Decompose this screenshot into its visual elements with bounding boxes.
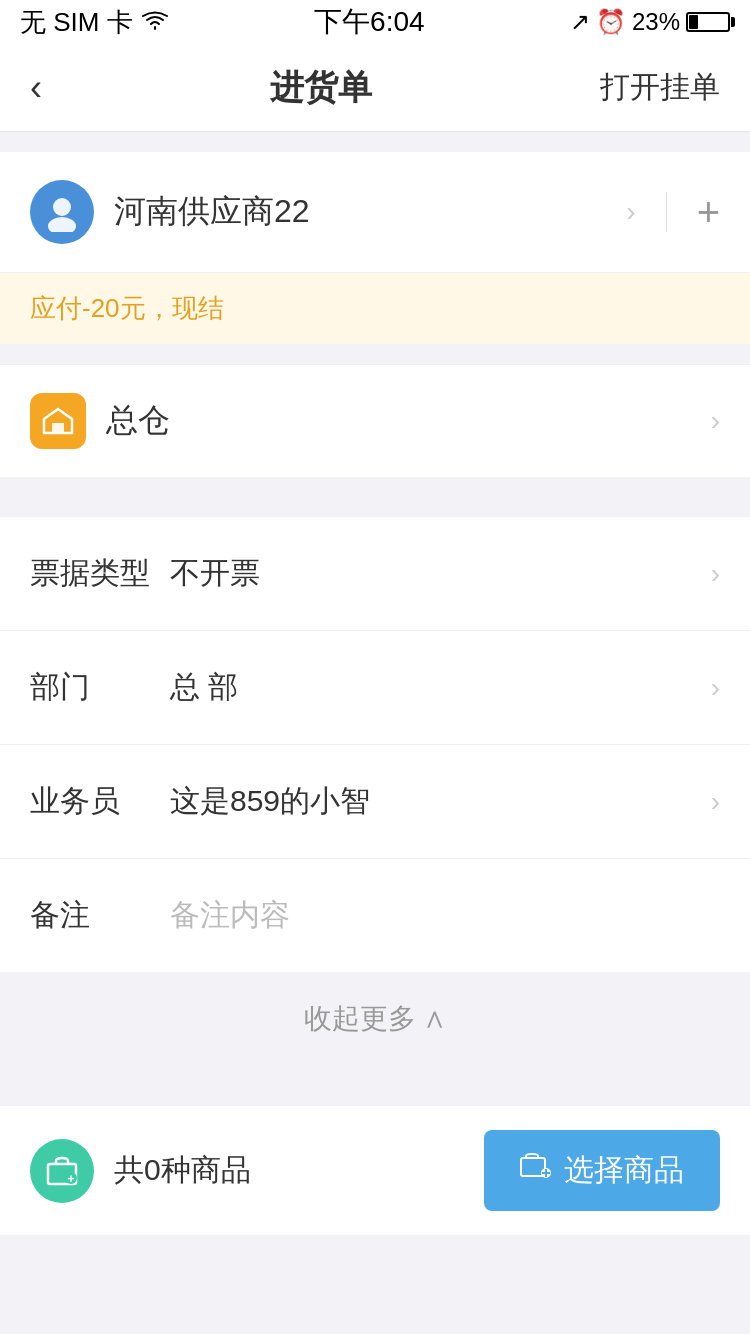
warehouse-name: 总仓 — [106, 399, 711, 443]
status-right: ↗ ⏰ 23% — [570, 8, 730, 36]
invoice-chevron-icon: › — [711, 558, 720, 590]
section-gap-2 — [0, 344, 750, 364]
section-gap-1 — [0, 132, 750, 152]
dept-row[interactable]: 部门 总 部 › — [0, 631, 750, 745]
svg-text:+: + — [67, 1171, 74, 1185]
dept-label: 部门 — [30, 667, 170, 708]
location-icon: ↗ — [570, 8, 590, 36]
supplier-name: 河南供应商22 — [114, 190, 626, 234]
select-product-label: 选择商品 — [564, 1150, 684, 1191]
notice-text: 应付-20元，现结 — [30, 293, 224, 323]
warehouse-section: 总仓 › — [0, 364, 750, 477]
section-gap-3 — [0, 477, 750, 497]
supplier-section: 河南供应商22 › + 应付-20元，现结 — [0, 152, 750, 344]
form-section: 票据类型 不开票 › 部门 总 部 › 业务员 这是859的小智 › 备注 备注… — [0, 517, 750, 972]
open-pending-button[interactable]: 打开挂单 — [600, 67, 720, 108]
svg-rect-2 — [52, 423, 64, 433]
invoice-label: 票据类型 — [30, 553, 170, 594]
invoice-row[interactable]: 票据类型 不开票 › — [0, 517, 750, 631]
supplier-chevron-icon: › — [626, 196, 635, 228]
battery-icon — [686, 12, 730, 32]
sales-chevron-icon: › — [711, 786, 720, 818]
section-gap-4 — [0, 1066, 750, 1086]
warehouse-icon — [30, 393, 86, 449]
page-content: 河南供应商22 › + 应付-20元，现结 总仓 › 票据类型 不开票 — [0, 132, 750, 1334]
product-icon: + — [30, 1139, 94, 1203]
back-button[interactable]: ‹ — [30, 67, 42, 109]
page-title: 进货单 — [270, 65, 372, 111]
carrier-text: 无 SIM 卡 — [20, 5, 133, 40]
status-left: 无 SIM 卡 — [20, 5, 169, 40]
remark-label: 备注 — [30, 895, 170, 936]
dept-value: 总 部 — [170, 667, 711, 708]
add-button[interactable]: + — [697, 190, 720, 235]
warehouse-chevron-icon: › — [711, 405, 720, 437]
svg-point-1 — [48, 217, 76, 232]
sales-label: 业务员 — [30, 781, 170, 822]
remark-placeholder[interactable]: 备注内容 — [170, 895, 720, 936]
product-section: + 共0种商品 选择商品 — [0, 1106, 750, 1235]
product-count: 共0种商品 — [114, 1150, 484, 1191]
alarm-icon: ⏰ — [596, 8, 626, 36]
status-time: 下午6:04 — [314, 3, 425, 41]
select-product-icon — [520, 1153, 552, 1188]
supplier-row[interactable]: 河南供应商22 › + — [0, 152, 750, 273]
battery-percent: 23% — [632, 8, 680, 36]
status-bar: 无 SIM 卡 下午6:04 ↗ ⏰ 23% — [0, 0, 750, 44]
warehouse-row[interactable]: 总仓 › — [0, 364, 750, 477]
collapse-label: 收起更多 ∧ — [304, 1003, 447, 1034]
sales-row[interactable]: 业务员 这是859的小智 › — [0, 745, 750, 859]
sales-value: 这是859的小智 — [170, 781, 711, 822]
supplier-avatar — [30, 180, 94, 244]
remark-row[interactable]: 备注 备注内容 — [0, 859, 750, 972]
select-product-button[interactable]: 选择商品 — [484, 1130, 720, 1211]
nav-bar: ‹ 进货单 打开挂单 — [0, 44, 750, 132]
supplier-divider — [666, 192, 667, 232]
notice-bar: 应付-20元，现结 — [0, 273, 750, 344]
wifi-icon — [141, 7, 169, 38]
svg-point-0 — [53, 198, 71, 216]
collapse-bar[interactable]: 收起更多 ∧ — [0, 972, 750, 1066]
invoice-value: 不开票 — [170, 553, 711, 594]
dept-chevron-icon: › — [711, 672, 720, 704]
